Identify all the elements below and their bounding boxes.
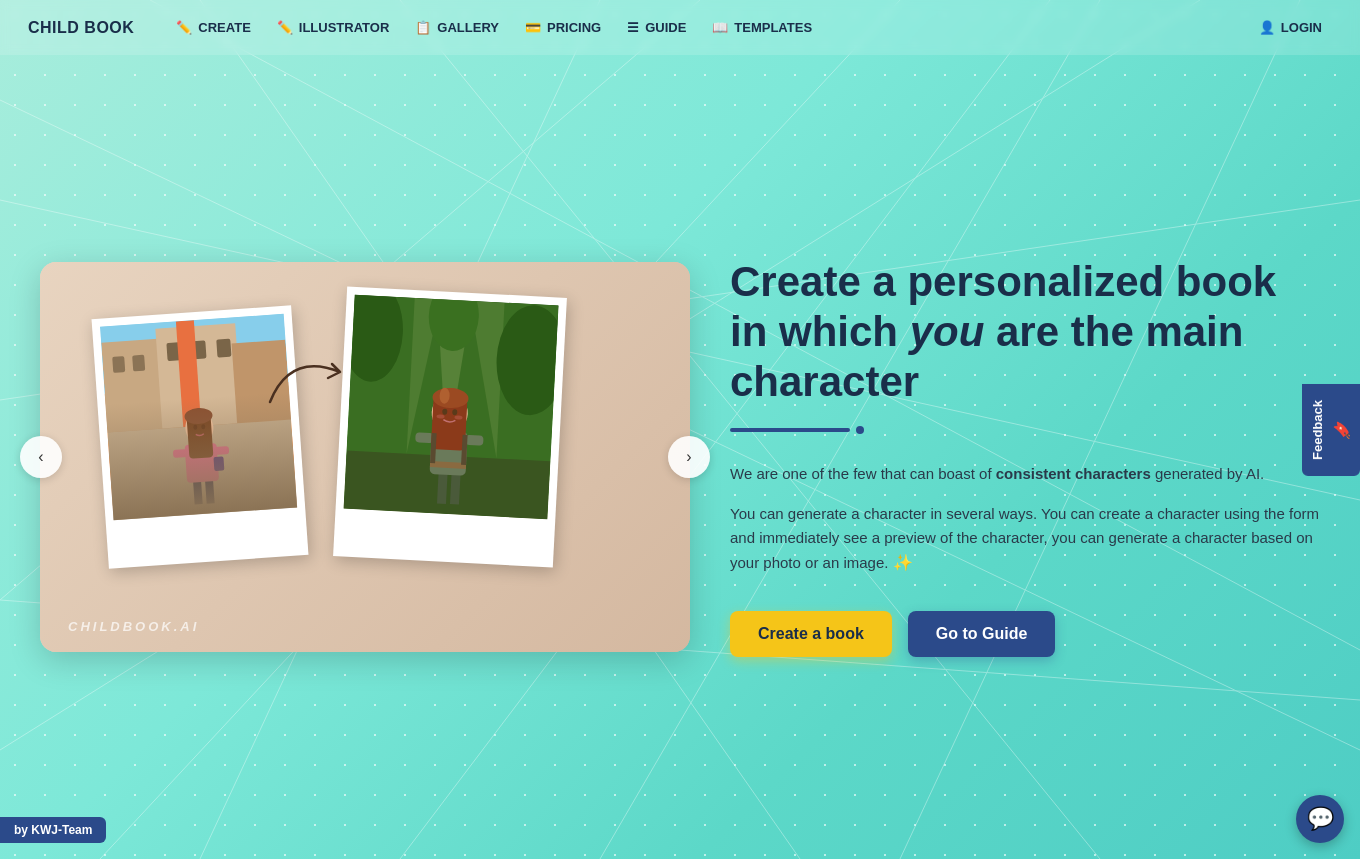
templates-icon: 📖 [712,20,728,35]
svg-rect-30 [197,434,204,446]
svg-rect-25 [193,476,203,504]
nav-item-illustrator[interactable]: ✏️ ILLUSTRATOR [267,14,400,41]
arrow-between-photos [260,342,380,422]
hero-divider [730,426,1320,434]
svg-rect-28 [173,449,188,458]
nav-item-gallery[interactable]: 📋 GALLERY [405,14,509,41]
svg-rect-32 [187,415,214,459]
feedback-button[interactable]: 🔖 Feedback [1302,384,1360,476]
sparkle-icon: ✨ [893,554,913,571]
chat-button[interactable]: 💬 [1296,795,1344,843]
chevron-left-icon: ‹ [38,448,43,466]
svg-point-31 [184,411,214,445]
hero-description-2: You can generate a character in several … [730,502,1320,576]
svg-point-35 [201,424,205,429]
svg-rect-36 [213,456,224,471]
hero-buttons: Create a book Go to Guide [730,611,1320,657]
pricing-icon: 💳 [525,20,541,35]
svg-rect-26 [205,475,215,503]
nav-item-create[interactable]: ✏️ CREATE [166,14,260,41]
login-icon: 👤 [1259,20,1275,35]
hero-divider-dot [856,426,864,434]
chat-icon: 💬 [1307,806,1334,832]
hero-title-line1: Create a personalized book in which you … [730,258,1276,406]
hero-title-italic: you [910,308,985,355]
svg-rect-51 [465,435,483,446]
hero-description-1: We are one of the few that can boast of … [730,462,1320,486]
navbar: CHILD BOOK ✏️ CREATE ✏️ ILLUSTRATOR 📋 GA… [0,0,1360,55]
guide-icon: ☰ [627,20,639,35]
hero-image-area: ‹ › CHILDBOOK.AI [40,262,690,652]
svg-rect-50 [415,432,433,443]
hero-text: Create a personalized book in which you … [730,257,1320,658]
svg-rect-29 [215,446,230,455]
bookmark-icon: 🔖 [1333,420,1352,440]
chevron-right-icon: › [686,448,691,466]
svg-rect-24 [107,420,297,521]
svg-rect-27 [185,443,220,483]
svg-point-34 [193,425,197,430]
watermark: CHILDBOOK.AI [68,619,199,634]
carousel-next-button[interactable]: › [668,436,710,478]
svg-point-33 [184,407,213,425]
nav-logo[interactable]: CHILD BOOK [28,19,134,37]
nav-items: ✏️ CREATE ✏️ ILLUSTRATOR 📋 GALLERY 💳 PRI… [166,14,1249,41]
gallery-icon: 📋 [415,20,431,35]
create-book-button[interactable]: Create a book [730,611,892,657]
pencil-icon: ✏️ [176,20,192,35]
hero-divider-bar [730,428,850,432]
pencil2-icon: ✏️ [277,20,293,35]
carousel-prev-button[interactable]: ‹ [20,436,62,478]
go-to-guide-button[interactable]: Go to Guide [908,611,1056,657]
svg-rect-22 [216,339,231,358]
nav-item-guide[interactable]: ☰ GUIDE [617,14,696,41]
nav-login[interactable]: 👤 LOGIN [1249,14,1332,41]
main-content: ‹ › CHILDBOOK.AI Create a personalized b… [0,55,1360,859]
nav-item-templates[interactable]: 📖 TEMPLATES [702,14,822,41]
hero-title: Create a personalized book in which you … [730,257,1320,408]
svg-rect-18 [112,356,125,373]
hero-bold-text: consistent characters [996,465,1151,482]
nav-item-pricing[interactable]: 💳 PRICING [515,14,611,41]
footer-tag: by KWJ-Team [0,817,106,843]
svg-rect-19 [132,355,145,372]
polaroid-2 [333,286,567,567]
